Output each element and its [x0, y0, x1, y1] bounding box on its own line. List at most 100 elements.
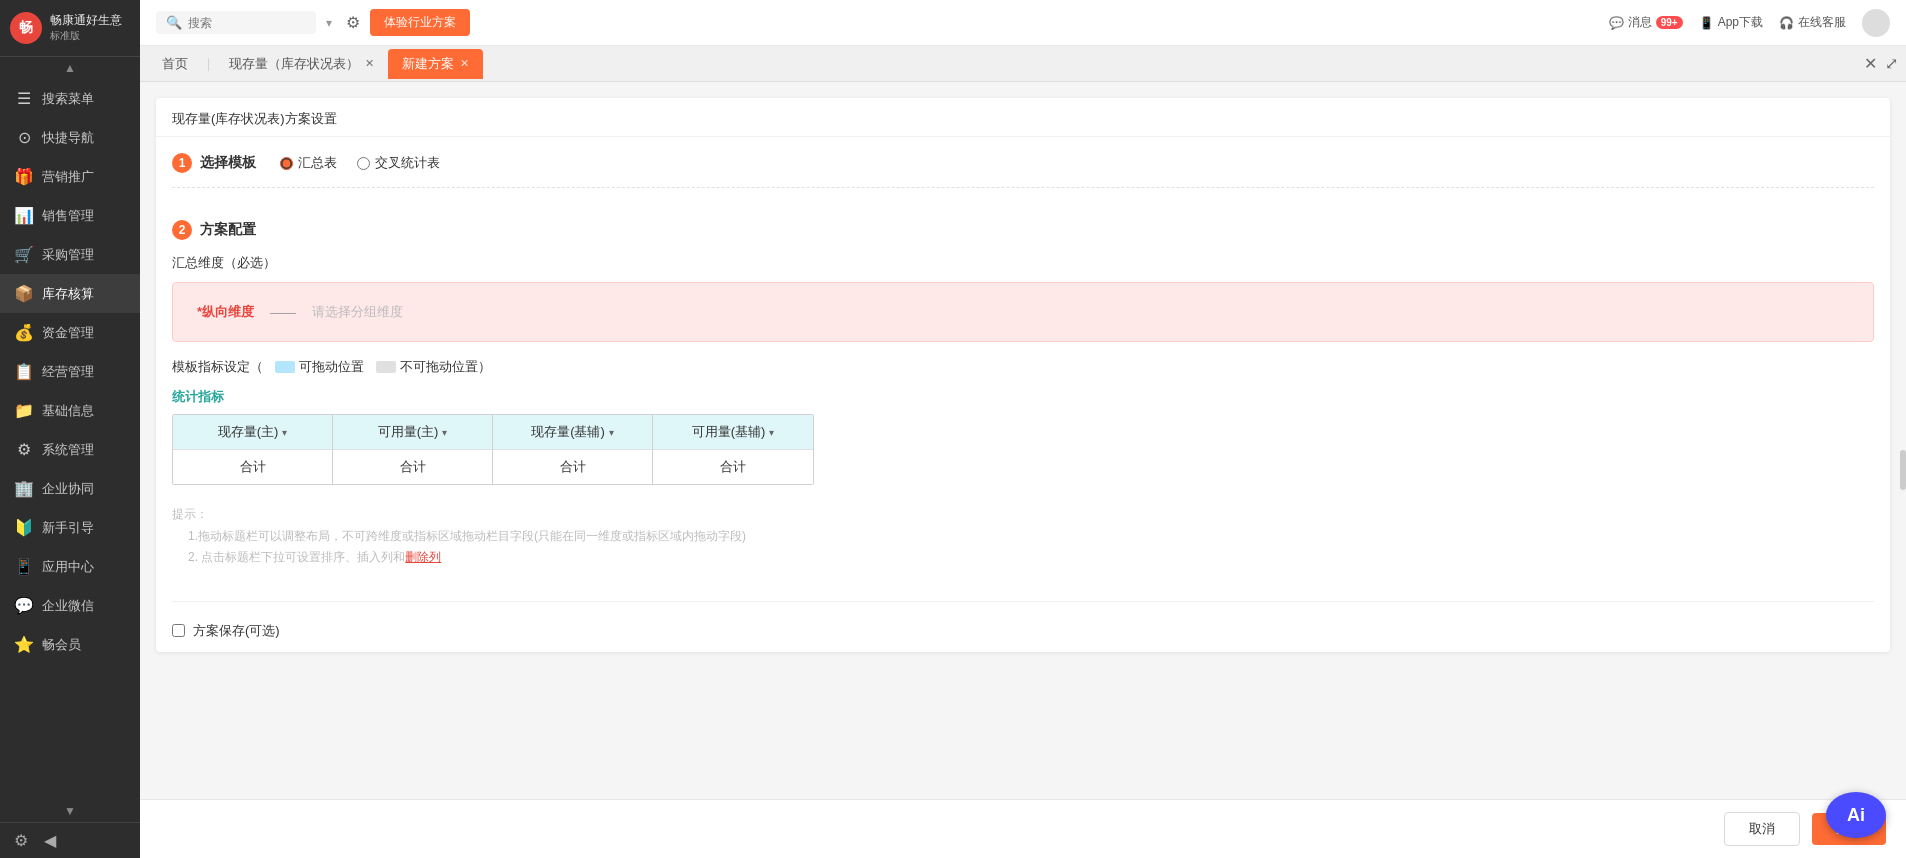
sidebar-item-wechat[interactable]: 💬 企业微信	[0, 586, 140, 625]
sidebar-item-membership[interactable]: ⭐ 畅会员	[0, 625, 140, 664]
sidebar-item-finance[interactable]: 💰 资金管理	[0, 313, 140, 352]
app-download-btn[interactable]: 📱 App下载	[1699, 14, 1763, 31]
app-name: 畅康通好生意	[50, 13, 122, 29]
marketing-icon: 🎁	[14, 167, 34, 186]
dimension-area[interactable]: *纵向维度 —— 请选择分组维度	[172, 282, 1874, 342]
tab-close-all-icon[interactable]: ✕	[1864, 54, 1877, 73]
sidebar-item-purchase[interactable]: 🛒 采购管理	[0, 235, 140, 274]
indicators-row: 模板指标设定（ 可拖动位置 不可拖动位置）	[172, 358, 1874, 376]
sidebar-item-marketing[interactable]: 🎁 营销推广	[0, 157, 140, 196]
service-label: 在线客服	[1798, 14, 1846, 31]
sidebar-item-basic-info[interactable]: 📁 基础信息	[0, 391, 140, 430]
sidebar-item-enterprise[interactable]: 🏢 企业协同	[0, 469, 140, 508]
stats-col-1-data: 合计	[173, 449, 333, 484]
stats-col-3-header[interactable]: 现存量(基辅) ▾	[493, 415, 653, 449]
sidebar-item-search-menu[interactable]: ☰ 搜索菜单	[0, 79, 140, 118]
nondraggable-legend-box	[376, 361, 396, 373]
topbar-settings-icon[interactable]: ⚙	[346, 13, 360, 32]
sound-footer-icon[interactable]: ◀	[44, 831, 56, 850]
tab-new-plan[interactable]: 新建方案 ✕	[388, 49, 483, 79]
radio-cross-input[interactable]	[357, 157, 370, 170]
radio-summary-label: 汇总表	[298, 154, 337, 172]
draggable-label: 可拖动位置	[299, 358, 364, 376]
tab-separator: ｜	[202, 55, 215, 73]
page-title: 现存量(库存状况表)方案设置	[156, 98, 1890, 137]
sidebar-item-system[interactable]: ⚙ 系统管理	[0, 430, 140, 469]
right-resize-handle[interactable]	[1900, 450, 1906, 490]
search-input[interactable]	[188, 16, 288, 30]
stats-col-1-label: 现存量(主)	[218, 423, 279, 441]
sidebar-item-label: 经营管理	[42, 363, 94, 381]
section2-title: 方案配置	[200, 221, 256, 239]
search-dropdown-icon[interactable]: ▾	[326, 16, 332, 30]
stats-col-2-data: 合计	[333, 449, 493, 484]
sidebar-item-quick-nav[interactable]: ⊙ 快捷导航	[0, 118, 140, 157]
wechat-icon: 💬	[14, 596, 34, 615]
service-btn[interactable]: 🎧 在线客服	[1779, 14, 1846, 31]
sidebar-item-operations[interactable]: 📋 经营管理	[0, 352, 140, 391]
section2-number: 2	[172, 220, 192, 240]
stats-col-3-data: 合计	[493, 449, 653, 484]
delete-col-link[interactable]: 删除列	[405, 550, 441, 564]
col-4-chevron[interactable]: ▾	[769, 427, 774, 438]
search-box[interactable]: 🔍	[156, 11, 316, 34]
sidebar-scroll-up[interactable]: ▲	[0, 57, 140, 79]
sidebar-item-newbie[interactable]: 🔰 新手引导	[0, 508, 140, 547]
dimension-dash: ——	[270, 305, 296, 320]
radio-summary-input[interactable]	[280, 157, 293, 170]
radio-summary[interactable]: 汇总表	[280, 154, 337, 172]
tab-close-inventory[interactable]: ✕	[365, 57, 374, 70]
sidebar-item-label: 新手引导	[42, 519, 94, 537]
sidebar-item-app-center[interactable]: 📱 应用中心	[0, 547, 140, 586]
sidebar-item-label: 搜索菜单	[42, 90, 94, 108]
headset-icon: 🎧	[1779, 16, 1794, 30]
sidebar-item-inventory[interactable]: 📦 库存核算	[0, 274, 140, 313]
stats-col-4-label: 可用量(基辅)	[692, 423, 766, 441]
sidebar-item-label: 畅会员	[42, 636, 81, 654]
newbie-icon: 🔰	[14, 518, 34, 537]
col-2-chevron[interactable]: ▾	[442, 427, 447, 438]
radio-cross[interactable]: 交叉统计表	[357, 154, 440, 172]
tab-expand-icon[interactable]: ⤢	[1885, 54, 1898, 73]
indicators-label: 模板指标设定（	[172, 358, 263, 376]
tips-block: 提示： 1.拖动标题栏可以调整布局，不可跨维度或指标区域拖动栏目字段(只能在同一…	[172, 504, 1874, 569]
sidebar-nav: ☰ 搜索菜单 ⊙ 快捷导航 🎁 营销推广 📊 销售管理 🛒 采购管理 📦 库存核…	[0, 79, 140, 800]
topbar: 🔍 ▾ ⚙ 体验行业方案 💬 消息 99+ 📱 App下载 🎧 在线客服	[140, 0, 1906, 46]
col-3-chevron[interactable]: ▾	[609, 427, 614, 438]
nondraggable-legend: 不可拖动位置）	[376, 358, 491, 376]
stats-col-1-header[interactable]: 现存量(主) ▾	[173, 415, 333, 449]
section2-header: 2 方案配置	[172, 220, 1874, 240]
user-avatar[interactable]	[1862, 9, 1890, 37]
stats-col-4-header[interactable]: 可用量(基辅) ▾	[653, 415, 813, 449]
col-1-chevron[interactable]: ▾	[282, 427, 287, 438]
sidebar-item-label: 营销推广	[42, 168, 94, 186]
save-row: 方案保存(可选)	[172, 622, 1874, 640]
messages-label: 消息	[1628, 14, 1652, 31]
tab-new-plan-label: 新建方案	[402, 55, 454, 73]
purchase-icon: 🛒	[14, 245, 34, 264]
cancel-button[interactable]: 取消	[1724, 812, 1800, 846]
membership-icon: ⭐	[14, 635, 34, 654]
main-area: 🔍 ▾ ⚙ 体验行业方案 💬 消息 99+ 📱 App下载 🎧 在线客服 首页	[140, 0, 1906, 858]
sidebar-item-label: 基础信息	[42, 402, 94, 420]
search-icon: 🔍	[166, 15, 182, 30]
sidebar-item-sales[interactable]: 📊 销售管理	[0, 196, 140, 235]
messages-btn[interactable]: 💬 消息 99+	[1609, 14, 1683, 31]
section1-header: 1 选择模板 汇总表 交叉统计表	[172, 153, 1874, 173]
sidebar-item-label: 库存核算	[42, 285, 94, 303]
inventory-icon: 📦	[14, 284, 34, 303]
section1-number: 1	[172, 153, 192, 173]
save-checkbox[interactable]	[172, 624, 185, 637]
tab-inventory-status[interactable]: 现存量（库存状况表） ✕	[215, 49, 388, 79]
stats-col-2-header[interactable]: 可用量(主) ▾	[333, 415, 493, 449]
stats-col-4-data: 合计	[653, 449, 813, 484]
sidebar-scroll-down[interactable]: ▼	[0, 800, 140, 822]
ai-button[interactable]: Ai	[1826, 792, 1886, 838]
draggable-legend: 可拖动位置	[275, 358, 364, 376]
tab-close-new-plan[interactable]: ✕	[460, 57, 469, 70]
experience-btn[interactable]: 体验行业方案	[370, 9, 470, 36]
settings-footer-icon[interactable]: ⚙	[14, 831, 28, 850]
stats-section: 统计指标 现存量(主) ▾ 可用量(主) ▾	[172, 388, 1874, 488]
tab-home[interactable]: 首页	[148, 49, 202, 79]
quick-nav-icon: ⊙	[14, 128, 34, 147]
